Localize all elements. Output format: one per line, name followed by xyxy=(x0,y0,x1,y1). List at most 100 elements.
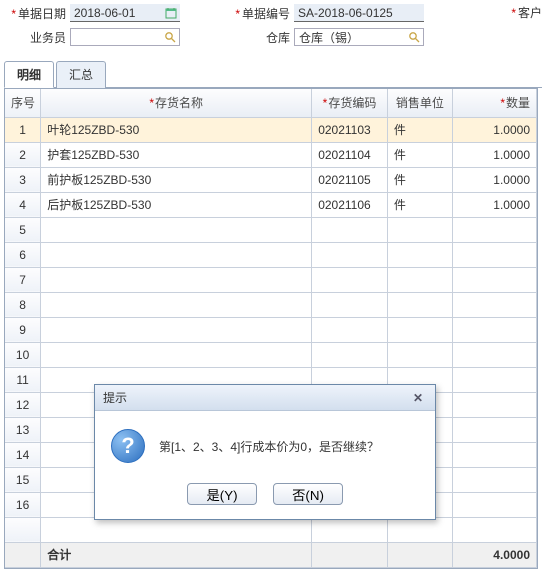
cell-qty[interactable] xyxy=(452,217,536,242)
cell-code[interactable] xyxy=(312,292,388,317)
col-seq[interactable]: 序号 xyxy=(5,89,41,117)
cell-unit[interactable]: 件 xyxy=(387,142,452,167)
table-row[interactable] xyxy=(5,517,537,542)
cell-code[interactable] xyxy=(312,317,388,342)
calendar-icon[interactable] xyxy=(164,6,178,20)
cell-seq: 4 xyxy=(5,192,41,217)
cell-seq: 5 xyxy=(5,217,41,242)
cell-name[interactable] xyxy=(41,317,312,342)
cell-qty[interactable] xyxy=(452,317,536,342)
cell-qty[interactable] xyxy=(452,492,536,517)
cell-seq: 13 xyxy=(5,417,41,442)
cell-code[interactable] xyxy=(312,217,388,242)
col-code[interactable]: 存货编码 xyxy=(312,89,388,117)
cell-unit[interactable] xyxy=(387,242,452,267)
cell-qty[interactable] xyxy=(452,292,536,317)
cell-unit[interactable]: 件 xyxy=(387,192,452,217)
cell-unit[interactable] xyxy=(387,267,452,292)
cell-unit[interactable]: 件 xyxy=(387,167,452,192)
cell-code[interactable]: 02021104 xyxy=(312,142,388,167)
cell-qty[interactable] xyxy=(452,467,536,492)
cell-name[interactable] xyxy=(41,267,312,292)
cell-name[interactable]: 前护板125ZBD-530 xyxy=(41,167,312,192)
cell-unit[interactable] xyxy=(387,517,452,542)
cell-qty[interactable] xyxy=(452,392,536,417)
cell-seq: 9 xyxy=(5,317,41,342)
cell-unit[interactable] xyxy=(387,217,452,242)
cell-code[interactable] xyxy=(312,267,388,292)
cell-code[interactable]: 02021106 xyxy=(312,192,388,217)
cell-qty[interactable]: 1.0000 xyxy=(452,117,536,142)
footer-row: 合计 4.0000 xyxy=(5,542,537,567)
table-row[interactable]: 8 xyxy=(5,292,537,317)
dialog-message: 第[1、2、3、4]行成本价为0，是否继续？ xyxy=(159,438,379,455)
cell-code[interactable]: 02021103 xyxy=(312,117,388,142)
col-qty[interactable]: 数量 xyxy=(452,89,536,117)
table-row[interactable]: 4后护板125ZBD-53002021106件1.0000 xyxy=(5,192,537,217)
label-warehouse: 仓库 xyxy=(230,29,290,46)
search-icon[interactable] xyxy=(407,30,421,44)
cell-qty[interactable] xyxy=(452,267,536,292)
cell-seq: 6 xyxy=(5,242,41,267)
cell-unit[interactable] xyxy=(387,342,452,367)
cell-seq xyxy=(5,517,41,542)
col-unit[interactable]: 销售单位 xyxy=(387,89,452,117)
table-row[interactable]: 3前护板125ZBD-53002021105件1.0000 xyxy=(5,167,537,192)
cell-name[interactable] xyxy=(41,292,312,317)
tab-summary[interactable]: 汇总 xyxy=(56,61,106,88)
col-name[interactable]: 存货名称 xyxy=(41,89,312,117)
cell-unit[interactable] xyxy=(387,292,452,317)
cell-unit[interactable] xyxy=(387,317,452,342)
label-date: 单据日期 xyxy=(6,5,66,22)
question-icon: ? xyxy=(111,429,145,463)
cell-code[interactable] xyxy=(312,517,388,542)
cell-name[interactable] xyxy=(41,517,312,542)
cell-code[interactable]: 02021105 xyxy=(312,167,388,192)
cell-qty[interactable]: 1.0000 xyxy=(452,192,536,217)
cell-name[interactable]: 护套125ZBD-530 xyxy=(41,142,312,167)
cell-name[interactable]: 叶轮125ZBD-530 xyxy=(41,117,312,142)
table-row[interactable]: 5 xyxy=(5,217,537,242)
cell-seq: 7 xyxy=(5,267,41,292)
cell-name[interactable] xyxy=(41,217,312,242)
cell-name[interactable]: 后护板125ZBD-530 xyxy=(41,192,312,217)
cell-seq: 10 xyxy=(5,342,41,367)
table-row[interactable]: 7 xyxy=(5,267,537,292)
warehouse-input[interactable]: 仓库（锡） xyxy=(294,28,424,46)
cell-qty[interactable]: 1.0000 xyxy=(452,167,536,192)
table-row[interactable]: 2护套125ZBD-53002021104件1.0000 xyxy=(5,142,537,167)
date-value: 2018-06-01 xyxy=(72,6,164,20)
yes-button[interactable]: 是(Y) xyxy=(187,483,257,505)
tab-bar: 明细 汇总 xyxy=(4,60,542,88)
cell-qty[interactable] xyxy=(452,417,536,442)
cell-seq: 12 xyxy=(5,392,41,417)
cell-seq: 3 xyxy=(5,167,41,192)
cell-seq: 1 xyxy=(5,117,41,142)
date-input[interactable]: 2018-06-01 xyxy=(70,4,180,22)
table-row[interactable]: 1叶轮125ZBD-53002021103件1.0000 xyxy=(5,117,537,142)
cell-qty[interactable] xyxy=(452,342,536,367)
cell-qty[interactable] xyxy=(452,367,536,392)
label-docno: 单据编号 xyxy=(230,5,290,22)
search-icon[interactable] xyxy=(163,30,177,44)
table-row[interactable]: 6 xyxy=(5,242,537,267)
cell-unit[interactable]: 件 xyxy=(387,117,452,142)
cell-qty[interactable] xyxy=(452,242,536,267)
table-row[interactable]: 10 xyxy=(5,342,537,367)
footer-qty: 4.0000 xyxy=(452,542,536,567)
cell-seq: 15 xyxy=(5,467,41,492)
docno-input[interactable]: SA-2018-06-0125 xyxy=(294,4,424,22)
no-button[interactable]: 否(N) xyxy=(273,483,343,505)
tab-detail[interactable]: 明细 xyxy=(4,61,54,88)
cell-code[interactable] xyxy=(312,242,388,267)
salesperson-input[interactable] xyxy=(70,28,180,46)
table-row[interactable]: 9 xyxy=(5,317,537,342)
cell-qty[interactable]: 1.0000 xyxy=(452,142,536,167)
cell-seq: 14 xyxy=(5,442,41,467)
close-icon[interactable]: ✕ xyxy=(409,391,427,405)
cell-qty[interactable] xyxy=(452,442,536,467)
cell-name[interactable] xyxy=(41,342,312,367)
cell-qty[interactable] xyxy=(452,517,536,542)
cell-name[interactable] xyxy=(41,242,312,267)
cell-code[interactable] xyxy=(312,342,388,367)
